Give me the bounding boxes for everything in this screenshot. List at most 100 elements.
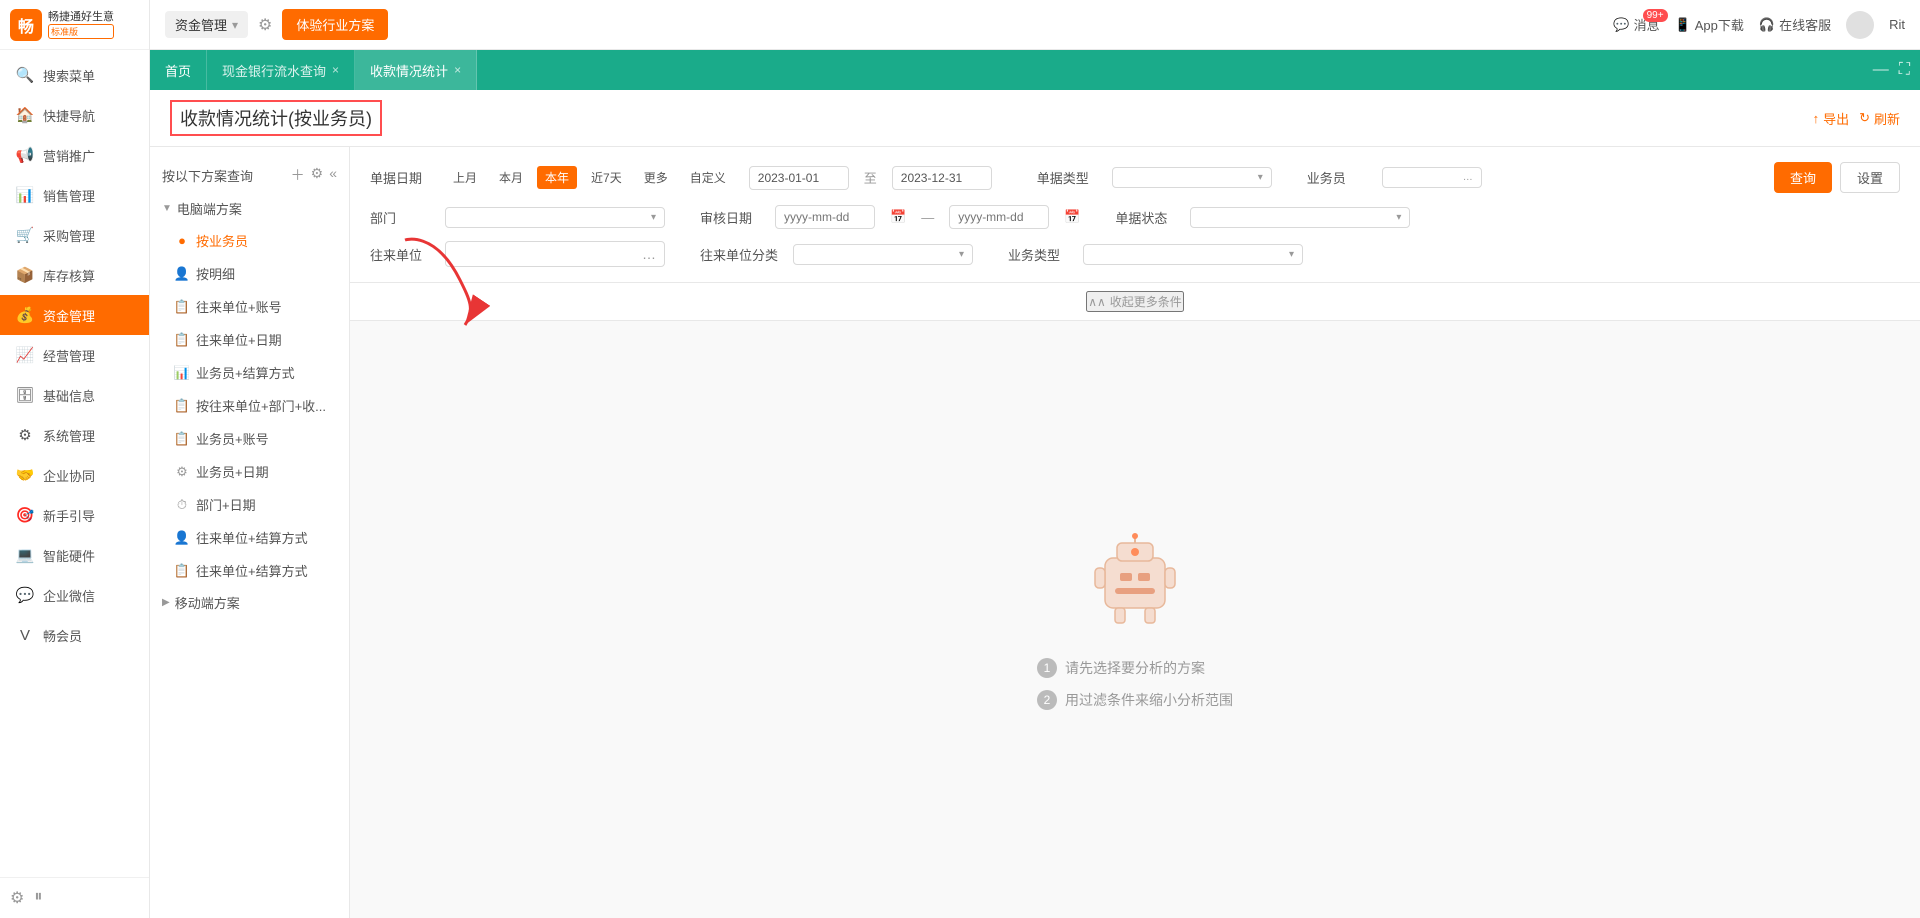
- tree-item-by-detail[interactable]: 👤按明细: [150, 257, 349, 290]
- tab-maximize-icon[interactable]: ⛶: [1899, 61, 1910, 79]
- sidebar-item-label-purchase: 采购管理: [43, 226, 95, 245]
- app-icon: 📱: [1675, 17, 1691, 33]
- sidebar-item-search[interactable]: 🔍搜索菜单: [0, 55, 149, 95]
- tabbar: 首页 现金银行流水查询 × 收款情况统计 × — ⛶: [150, 50, 1920, 90]
- staff-select[interactable]: …: [1382, 167, 1482, 188]
- tip-num-1: 1: [1037, 658, 1057, 678]
- date-label: 单据日期: [370, 168, 430, 187]
- panel-gear-icon[interactable]: ⚙: [311, 165, 324, 185]
- doc-type-select[interactable]: ▾: [1112, 167, 1272, 188]
- empty-robot-illustration: [1075, 518, 1195, 638]
- date-tab-this-year[interactable]: 本年: [537, 166, 577, 189]
- tree-item-unit-date[interactable]: 📋往来单位+日期: [150, 323, 349, 356]
- sidebar-item-finance[interactable]: 💰资金管理: [0, 295, 149, 335]
- sidebar-item-guide[interactable]: 🎯新手引导: [0, 495, 149, 535]
- sidebar-item-label-marketing: 营销推广: [43, 146, 95, 165]
- sidebar-item-basic[interactable]: 🗄基础信息: [0, 375, 149, 415]
- tree-item-label-unit-dept: 按往来单位+部门+收...: [196, 396, 326, 415]
- tab-minimize-icon[interactable]: —: [1873, 61, 1889, 79]
- tree-item-icon-staff-account: 📋: [174, 431, 190, 447]
- partner-more-icon[interactable]: …: [642, 246, 656, 262]
- date-tab-more[interactable]: 更多: [636, 166, 676, 189]
- date-tab-prev-month[interactable]: 上月: [445, 166, 485, 189]
- right-panel: 单据日期 上月 本月 本年 近7天 更多 自定义 至 单据类型: [350, 147, 1920, 918]
- collapse-button[interactable]: ∧∧ 收起更多条件: [1086, 291, 1184, 312]
- tree-item-label-unit-date: 往来单位+日期: [196, 330, 282, 349]
- sidebar-item-hardware[interactable]: 💻智能硬件: [0, 535, 149, 575]
- tree-item-label-by-detail: 按明细: [196, 264, 235, 283]
- date-to-input[interactable]: [892, 166, 992, 190]
- finance-icon: 💰: [15, 305, 35, 325]
- main-area: 资金管理 ▾ ⚙ 体验行业方案 💬 消息 99+ 📱 App下载 🎧 在线客服 …: [150, 0, 1920, 918]
- topbar-gear-icon[interactable]: ⚙: [258, 15, 272, 35]
- tree-item-unit-account[interactable]: 📋往来单位+账号: [150, 290, 349, 323]
- sidebar-item-operation[interactable]: 📈经营管理: [0, 335, 149, 375]
- date-tab-custom[interactable]: 自定义: [682, 166, 734, 189]
- member-icon: V: [15, 625, 35, 645]
- tree-item-unit-settle2[interactable]: 📋往来单位+结算方式: [150, 554, 349, 587]
- partner-class-select[interactable]: ▾: [793, 244, 973, 265]
- sidebar-item-label-inventory: 库存核算: [43, 266, 95, 285]
- page-header: 收款情况统计(按业务员) ↑ 导出 ↻ 刷新: [150, 90, 1920, 147]
- content-wrapper: 收款情况统计(按业务员) ↑ 导出 ↻ 刷新 按以下方案查询 ＋: [150, 90, 1920, 918]
- calendar-to-icon[interactable]: 📅: [1064, 209, 1080, 225]
- sidebar-bottom: ⚙ ⏸: [0, 877, 149, 918]
- date-separator: 至: [864, 168, 877, 187]
- tree-item-label-staff-settle: 业务员+结算方式: [196, 363, 295, 382]
- sidebar-item-coop[interactable]: 🤝企业协同: [0, 455, 149, 495]
- tree-group-title-desktop[interactable]: ▼电脑端方案: [150, 193, 349, 224]
- service-button[interactable]: 🎧 在线客服: [1759, 15, 1831, 34]
- tab-bank-close-icon[interactable]: ×: [332, 63, 339, 77]
- panel-collapse-icon[interactable]: «: [329, 165, 337, 185]
- date-tab-last7[interactable]: 近7天: [583, 166, 630, 189]
- tab-collect[interactable]: 收款情况统计 ×: [355, 50, 477, 90]
- app-download-button[interactable]: 📱 App下载: [1675, 15, 1744, 34]
- tree-item-icon-staff-date: ⚙: [174, 464, 190, 480]
- audit-to-input[interactable]: [949, 205, 1049, 229]
- export-button[interactable]: ↑ 导出: [1813, 109, 1850, 128]
- audit-from-input[interactable]: [775, 205, 875, 229]
- sidebar-item-label-basic: 基础信息: [43, 386, 95, 405]
- tree-item-by-staff[interactable]: ●按业务员: [150, 224, 349, 257]
- sidebar-item-sales[interactable]: 📊销售管理: [0, 175, 149, 215]
- pause-bottom-icon[interactable]: ⏸: [34, 888, 42, 908]
- refresh-button[interactable]: ↻ 刷新: [1859, 109, 1900, 128]
- settings-bottom-icon[interactable]: ⚙: [10, 888, 24, 908]
- tree-group-arrow-mobile: ▶: [162, 597, 170, 608]
- tab-collect-close-icon[interactable]: ×: [454, 63, 461, 77]
- sidebar-item-purchase[interactable]: 🛒采购管理: [0, 215, 149, 255]
- trial-button[interactable]: 体验行业方案: [282, 9, 388, 40]
- tip-text-2: 用过滤条件来缩小分析范围: [1065, 690, 1233, 710]
- date-from-input[interactable]: [749, 166, 849, 190]
- panel-add-icon[interactable]: ＋: [291, 165, 305, 185]
- doc-status-select[interactable]: ▾: [1190, 207, 1410, 228]
- sidebar-item-system[interactable]: ⚙系统管理: [0, 415, 149, 455]
- biz-type-select[interactable]: ▾: [1083, 244, 1303, 265]
- tree-item-staff-account[interactable]: 📋业务员+账号: [150, 422, 349, 455]
- query-button[interactable]: 查询: [1774, 162, 1832, 193]
- message-button[interactable]: 💬 消息 99+: [1613, 15, 1659, 34]
- partner-class-chevron-icon: ▾: [959, 249, 964, 260]
- calendar-from-icon[interactable]: 📅: [890, 209, 906, 225]
- sidebar-item-inventory[interactable]: 📦库存核算: [0, 255, 149, 295]
- export-icon: ↑: [1813, 111, 1820, 126]
- partner-select[interactable]: …: [445, 241, 665, 267]
- tree-item-staff-date[interactable]: ⚙业务员+日期: [150, 455, 349, 488]
- sidebar-item-marketing[interactable]: 📢营销推广: [0, 135, 149, 175]
- tree-item-dept-date[interactable]: ⏱部门+日期: [150, 488, 349, 521]
- tree-group-title-mobile[interactable]: ▶移动端方案: [150, 587, 349, 618]
- set-button[interactable]: 设置: [1840, 162, 1900, 193]
- dept-select[interactable]: ▾: [445, 207, 665, 228]
- sidebar-item-member[interactable]: V畅会员: [0, 615, 149, 655]
- coop-icon: 🤝: [15, 465, 35, 485]
- tree-item-unit-dept[interactable]: 📋按往来单位+部门+收...: [150, 389, 349, 422]
- date-tab-this-month[interactable]: 本月: [491, 166, 531, 189]
- tree-item-icon-staff-settle: 📊: [174, 365, 190, 381]
- sidebar-item-quick[interactable]: 🏠快捷导航: [0, 95, 149, 135]
- tab-bank[interactable]: 现金银行流水查询 ×: [207, 50, 355, 90]
- tree-item-unit-settle1[interactable]: 👤往来单位+结算方式: [150, 521, 349, 554]
- tree-item-staff-settle[interactable]: 📊 业务员+结算方式: [150, 356, 349, 389]
- filter-area: 单据日期 上月 本月 本年 近7天 更多 自定义 至 单据类型: [350, 147, 1920, 283]
- tab-home[interactable]: 首页: [150, 50, 207, 90]
- sidebar-item-wechat[interactable]: 💬企业微信: [0, 575, 149, 615]
